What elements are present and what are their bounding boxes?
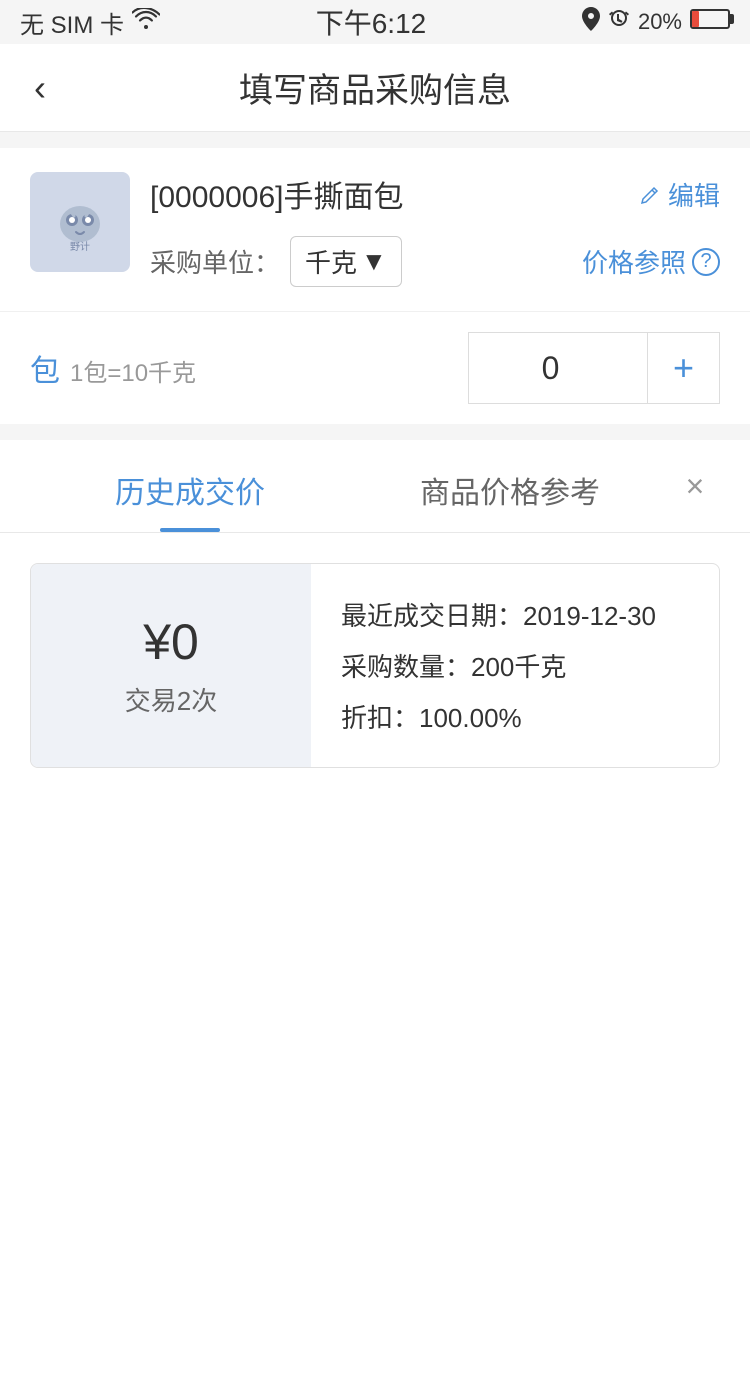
quantity-unit-info: 包 1包=10千克	[30, 346, 196, 390]
product-card: 野计 [0000006]手撕面包 编辑 采购单位： 千克	[0, 148, 750, 311]
product-info: [0000006]手撕面包 编辑 采购单位： 千克 ▼	[150, 172, 720, 287]
history-card-right: 最近成交日期：2019-12-30 采购数量：200千克 折扣：100.00%	[311, 564, 719, 767]
quantity-unit-conversion: 1包=10千克	[70, 353, 196, 388]
battery-icon	[690, 9, 730, 35]
quantity-unit-main: 包	[30, 346, 60, 390]
history-recent-date: 最近成交日期：2019-12-30	[341, 596, 689, 633]
price-ref-button[interactable]: 价格参照 ?	[582, 243, 720, 280]
product-name-row: [0000006]手撕面包 编辑	[150, 172, 720, 216]
history-discount: 折扣：100.00%	[341, 698, 689, 735]
product-thumbnail: 野计	[30, 172, 130, 272]
back-button[interactable]: ‹	[24, 57, 56, 119]
history-purchase-qty: 采购数量：200千克	[341, 647, 689, 684]
product-name: [0000006]手撕面包	[150, 172, 403, 216]
history-card: ¥0 交易2次 最近成交日期：2019-12-30 采购数量：200千克 折扣：…	[30, 563, 720, 768]
dropdown-icon: ▼	[361, 246, 387, 277]
tab-product-price-ref[interactable]: 商品价格参考	[350, 440, 670, 532]
page-title: 填写商品采购信息	[239, 63, 511, 112]
recent-date-value: 2019-12-30	[523, 601, 656, 631]
edit-button[interactable]: 编辑	[640, 176, 720, 213]
carrier-text: 无 SIM 卡	[20, 5, 124, 40]
discount-label: 折扣：	[341, 703, 419, 733]
tab-close-button[interactable]: ×	[670, 461, 720, 511]
status-bar: 无 SIM 卡 下午6:12 20%	[0, 0, 750, 44]
unit-row: 采购单位： 千克 ▼ 价格参照 ?	[150, 236, 720, 287]
wifi-icon	[132, 8, 160, 37]
history-content: ¥0 交易2次 最近成交日期：2019-12-30 采购数量：200千克 折扣：…	[0, 533, 750, 798]
history-price: ¥0	[143, 613, 199, 671]
history-count: 交易2次	[125, 681, 217, 718]
unit-label: 采购单位：	[150, 243, 280, 280]
history-card-left: ¥0 交易2次	[31, 564, 311, 767]
status-left: 无 SIM 卡	[20, 5, 160, 40]
quantity-row: 包 1包=10千克 +	[0, 311, 750, 424]
svg-text:野计: 野计	[70, 240, 90, 252]
status-time: 下午6:12	[316, 2, 427, 42]
discount-value: 100.00%	[419, 703, 522, 733]
tabs-header: 历史成交价 商品价格参考 ×	[0, 440, 750, 533]
status-right: 20%	[582, 7, 730, 37]
page-bottom	[0, 798, 750, 1398]
purchase-qty-label: 采购数量：	[341, 652, 471, 682]
unit-select[interactable]: 千克 ▼	[290, 236, 402, 287]
quantity-input[interactable]	[468, 332, 648, 404]
tabs-panel: 历史成交价 商品价格参考 × ¥0 交易2次 最近成交日期：2019-12-30…	[0, 440, 750, 798]
recent-date-label: 最近成交日期：	[341, 601, 523, 631]
tab-history-price[interactable]: 历史成交价	[30, 440, 350, 532]
purchase-qty-value: 200千克	[471, 652, 566, 682]
quantity-input-area: +	[468, 332, 720, 404]
quantity-plus-button[interactable]: +	[648, 332, 720, 404]
product-header: 野计 [0000006]手撕面包 编辑 采购单位： 千克	[30, 172, 720, 287]
location-icon	[582, 7, 600, 37]
edit-label: 编辑	[668, 176, 720, 213]
nav-bar: ‹ 填写商品采购信息	[0, 44, 750, 132]
help-icon: ?	[692, 248, 720, 276]
price-ref-label: 价格参照	[582, 243, 686, 280]
battery-percent: 20%	[638, 9, 682, 35]
alarm-icon	[608, 8, 630, 36]
unit-value: 千克	[305, 243, 357, 280]
